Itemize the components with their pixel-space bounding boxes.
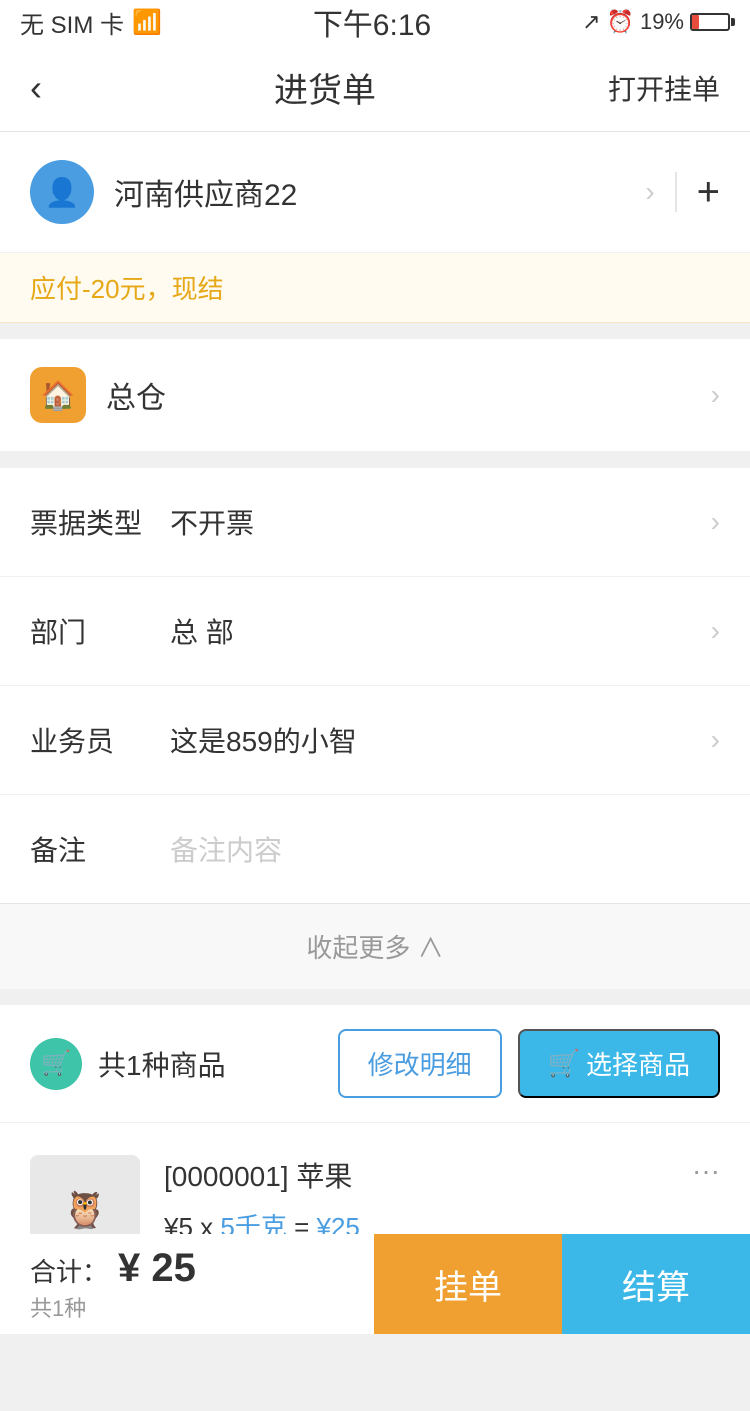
warehouse-row[interactable]: 🏠 总仓 › xyxy=(0,339,750,451)
remark-input[interactable]: 备注内容 xyxy=(170,829,720,869)
invoice-label: 票据类型 xyxy=(30,502,150,542)
supplier-avatar: 👤 xyxy=(30,160,94,224)
battery-icon xyxy=(690,13,730,31)
warehouse-name: 总仓 xyxy=(106,373,711,417)
remark-row[interactable]: 备注 备注内容 xyxy=(0,794,750,903)
form-section: 票据类型 不开票 › 部门 总 部 › 业务员 这是859的小智 › 备注 备注… xyxy=(0,467,750,989)
invoice-chevron-icon: › xyxy=(711,506,720,538)
dept-chevron-icon: › xyxy=(711,615,720,647)
product-more-button[interactable]: ··· xyxy=(692,1155,720,1187)
owl-logo: 🦉 xyxy=(55,1180,115,1240)
total-amount: ¥ 25 xyxy=(118,1246,196,1291)
location-icon: ↗ xyxy=(582,9,600,35)
product-id: [0000001] xyxy=(164,1161,296,1192)
footer-total: 合计： ¥ 25 共1种 xyxy=(0,1234,374,1334)
wifi-icon: 📶 xyxy=(132,8,162,37)
staff-row[interactable]: 业务员 这是859的小智 › xyxy=(0,685,750,794)
supplier-divider xyxy=(675,172,677,212)
supplier-chevron-icon: › xyxy=(645,176,654,208)
select-product-label: 选择商品 xyxy=(586,1045,690,1082)
dept-value: 总 部 xyxy=(170,611,711,651)
footer: 合计： ¥ 25 共1种 挂单 结算 xyxy=(0,1234,750,1334)
dept-label: 部门 xyxy=(30,611,150,651)
total-count: 共1种 xyxy=(30,1291,344,1323)
product-info: [0000001] 苹果 ¥5 x 5千克 = ¥25 xyxy=(164,1155,672,1244)
products-icon: 🛒 xyxy=(30,1038,82,1090)
product-name: [0000001] 苹果 xyxy=(164,1155,672,1195)
battery-label: 19% xyxy=(640,9,684,35)
status-carrier: 无 SIM 卡 📶 xyxy=(20,5,162,40)
warehouse-icon: 🏠 xyxy=(30,367,86,423)
collapse-row[interactable]: 收起更多 ∧ xyxy=(0,903,750,989)
products-header: 🛒 共1种商品 修改明细 🛒 选择商品 xyxy=(0,1005,750,1123)
warehouse-section: 🏠 总仓 › xyxy=(0,339,750,451)
invoice-row[interactable]: 票据类型 不开票 › xyxy=(0,467,750,576)
staff-chevron-icon: › xyxy=(711,724,720,756)
collapse-label: 收起更多 ∧ xyxy=(306,933,443,963)
total-label: 合计： xyxy=(30,1252,108,1289)
alarm-icon: ⏰ xyxy=(607,9,634,35)
remark-label: 备注 xyxy=(30,829,150,869)
back-button[interactable]: ‹ xyxy=(30,67,42,109)
checkout-button[interactable]: 结算 xyxy=(562,1234,750,1334)
supplier-row[interactable]: 👤 河南供应商22 › + xyxy=(0,132,750,253)
open-hang-button[interactable]: 打开挂单 xyxy=(608,68,720,108)
avatar-icon: 👤 xyxy=(45,176,80,209)
select-product-button[interactable]: 🛒 选择商品 xyxy=(518,1029,720,1098)
status-time: 下午6:16 xyxy=(313,0,431,44)
supplier-name: 河南供应商22 xyxy=(114,170,645,214)
add-button[interactable]: + xyxy=(697,170,720,215)
select-product-icon: 🛒 xyxy=(548,1048,580,1079)
dept-row[interactable]: 部门 总 部 › xyxy=(0,576,750,685)
nav-bar: ‹ 进货单 打开挂单 xyxy=(0,44,750,132)
page-title: 进货单 xyxy=(274,63,376,112)
content: 👤 河南供应商22 › + 应付-20元，现结 🏠 总仓 › 票据类型 不开票 … xyxy=(0,132,750,1295)
staff-value: 这是859的小智 xyxy=(170,720,711,760)
supplier-section: 👤 河南供应商22 › + 应付-20元，现结 xyxy=(0,132,750,323)
products-count: 共1种商品 xyxy=(98,1044,338,1084)
product-title: 苹果 xyxy=(296,1161,352,1192)
warehouse-chevron-icon: › xyxy=(711,379,720,411)
invoice-value: 不开票 xyxy=(170,502,711,542)
edit-detail-button[interactable]: 修改明细 xyxy=(338,1029,502,1098)
notice-row: 应付-20元，现结 xyxy=(0,253,750,323)
hang-button[interactable]: 挂单 xyxy=(374,1234,562,1334)
notice-text: 应付-20元，现结 xyxy=(30,274,224,304)
cart-icon: 🛒 xyxy=(41,1049,71,1078)
staff-label: 业务员 xyxy=(30,720,150,760)
status-bar: 无 SIM 卡 📶 下午6:16 ↗ ⏰ 19% xyxy=(0,0,750,44)
